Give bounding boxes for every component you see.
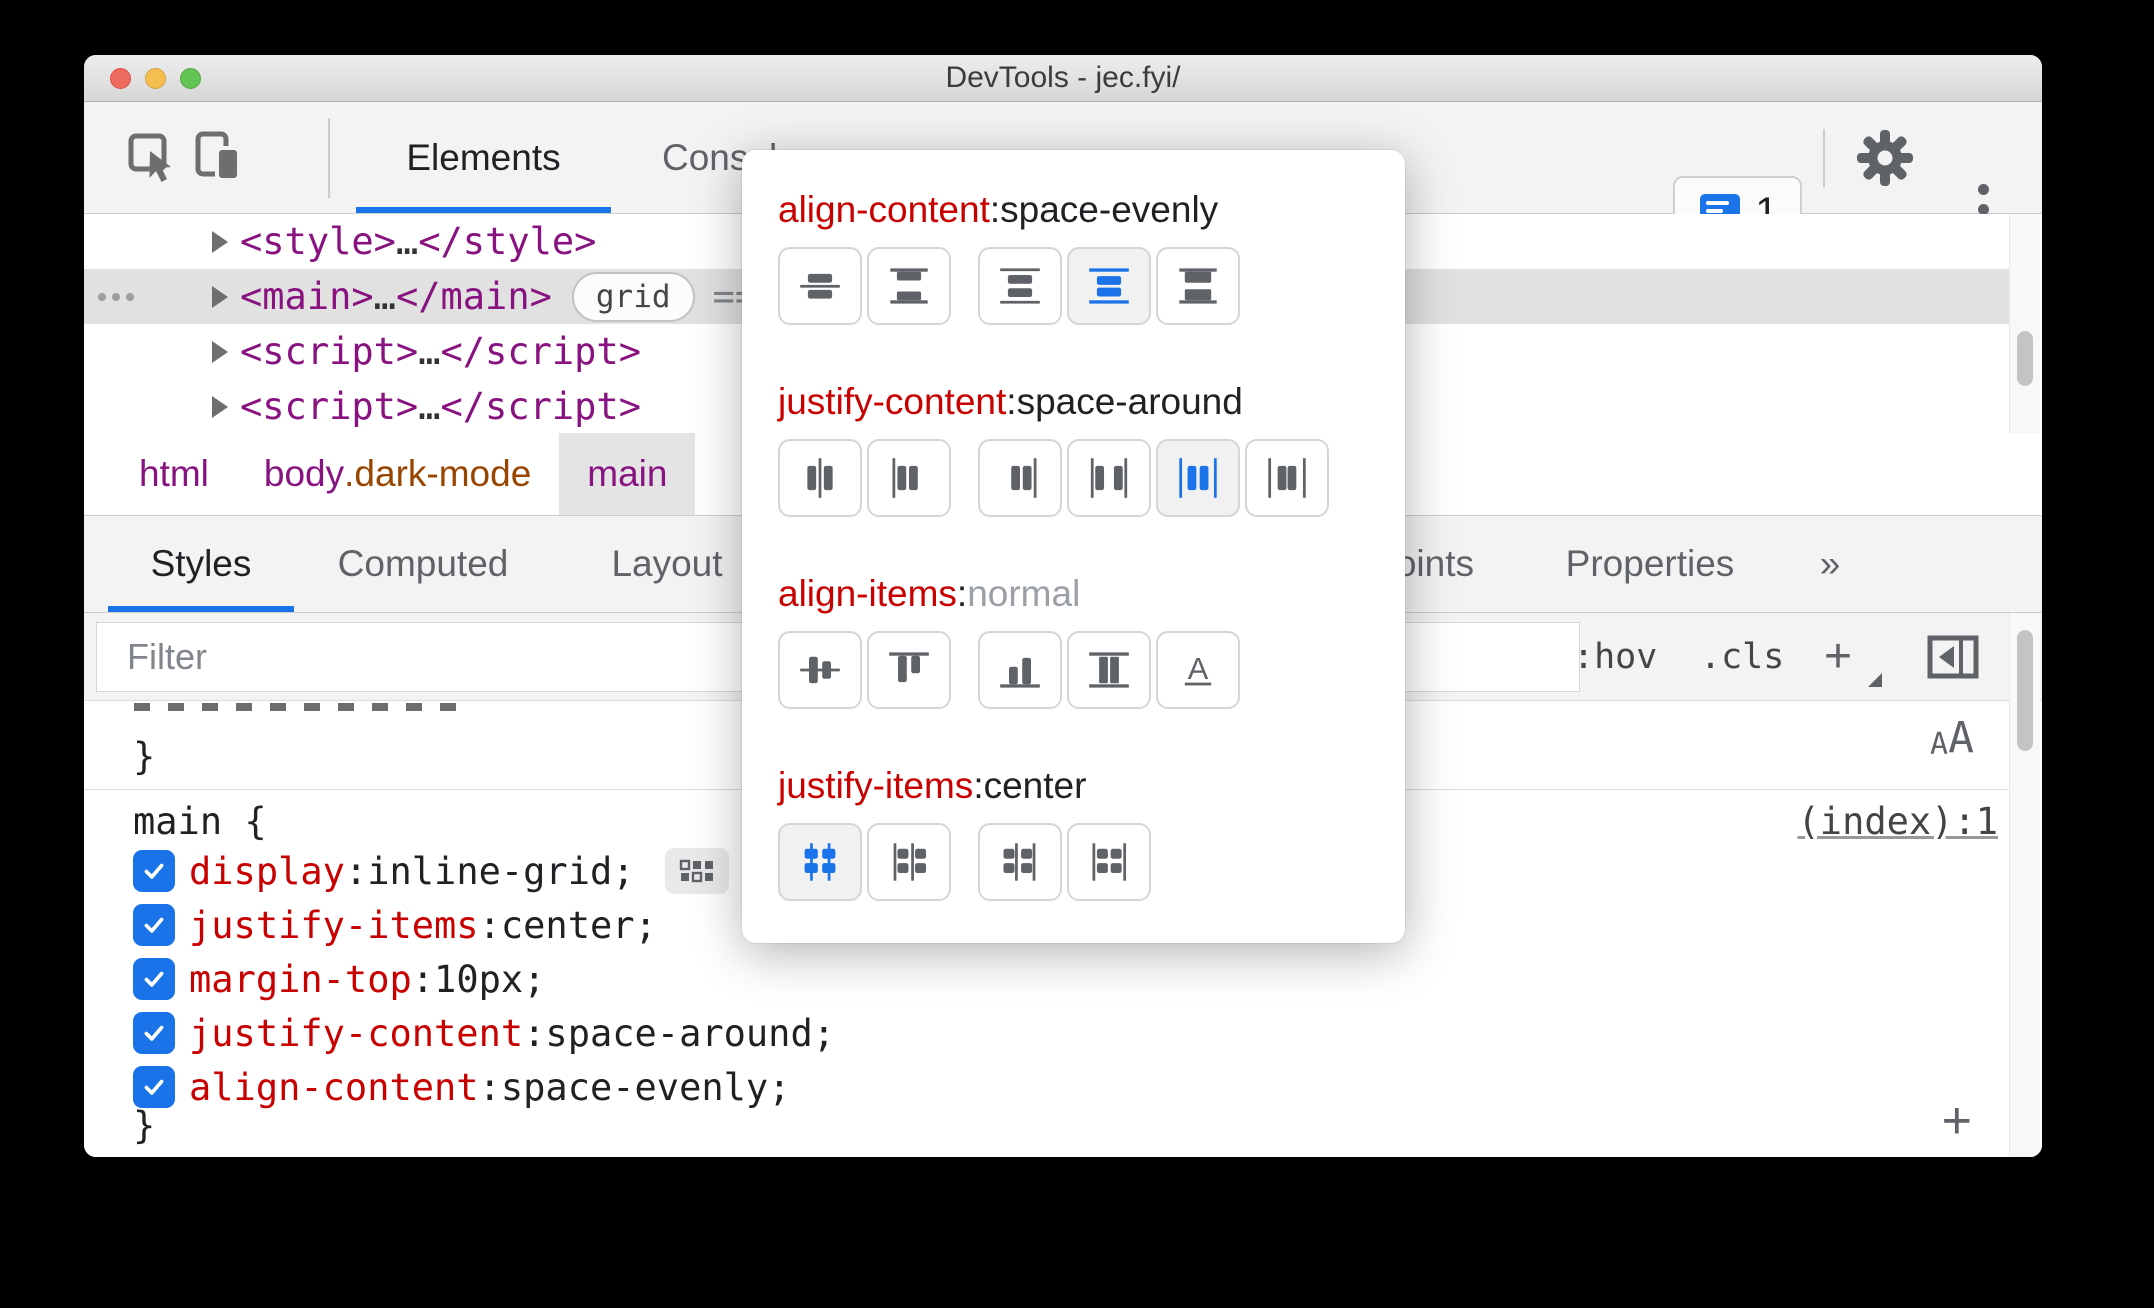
justify-items-stretch-button[interactable] (1067, 823, 1151, 901)
elements-scrollbar-thumb[interactable] (2017, 331, 2033, 386)
justify-items-start-button[interactable] (867, 823, 951, 901)
toolbar-divider (328, 118, 330, 198)
styles-scrollbar[interactable] (2009, 613, 2040, 1157)
justify-items-options (778, 823, 1405, 901)
justify-items-section: justify-items: center (778, 765, 1405, 901)
breadcrumb-html[interactable]: html (139, 433, 209, 515)
declaration-checkbox[interactable] (133, 1012, 175, 1054)
toggle-classes-button[interactable]: .cls (1700, 613, 1784, 700)
window-title: DevTools - jec.fyi/ (945, 61, 1181, 94)
grid-alignment-popup: align-content: space-evenly justify-cont… (742, 150, 1405, 943)
declaration-justify-content[interactable]: justify-content: space-around; (84, 1006, 2042, 1060)
disclosure-triangle-icon[interactable] (212, 230, 228, 253)
declaration-checkbox[interactable] (133, 850, 175, 892)
align-content-space-evenly-button-selected[interactable] (1067, 247, 1151, 325)
align-items-options: A (778, 631, 1405, 709)
justify-content-end-button[interactable] (978, 439, 1062, 517)
align-content-space-around-button[interactable] (978, 247, 1062, 325)
justify-content-label: justify-content: space-around (778, 381, 1243, 422)
devtools-window: DevTools - jec.fyi/ Elements Console 1 <… (84, 55, 2042, 1157)
align-content-center-button[interactable] (778, 247, 862, 325)
justify-content-options (778, 439, 1405, 517)
justify-content-space-between-button[interactable] (1067, 439, 1151, 517)
sidebar-toggle-icon[interactable] (1927, 635, 1979, 679)
align-content-options (778, 247, 1405, 325)
tab-properties[interactable]: Properties (1555, 516, 1745, 612)
disclosure-triangle-icon[interactable] (212, 285, 228, 308)
justify-content-center-button[interactable] (778, 439, 862, 517)
declaration-checkbox[interactable] (133, 958, 175, 1000)
justify-items-end-button[interactable] (978, 823, 1062, 901)
styles-scrollbar-thumb[interactable] (2017, 630, 2033, 751)
tab-computed[interactable]: Computed (325, 516, 521, 612)
title-bar: DevTools - jec.fyi/ (84, 55, 2042, 102)
justify-content-start-button[interactable] (867, 439, 951, 517)
align-content-stretch-button[interactable] (1156, 247, 1240, 325)
disclosure-triangle-icon[interactable] (212, 395, 228, 418)
declaration-checkbox[interactable] (133, 904, 175, 946)
align-items-section: align-items: normal A (778, 573, 1405, 709)
align-content-label: align-content: space-evenly (778, 189, 1219, 230)
dom-row-options-icon[interactable] (98, 292, 134, 301)
grid-editor-icon[interactable] (664, 848, 729, 894)
align-items-baseline-button[interactable]: A (1156, 631, 1240, 709)
justify-content-space-around-button-selected[interactable] (1156, 439, 1240, 517)
align-items-end-button[interactable] (978, 631, 1062, 709)
align-items-start-button[interactable] (867, 631, 951, 709)
font-editor-icon[interactable]: AA (1930, 717, 1974, 760)
breadcrumb-main-selected[interactable]: main (559, 433, 696, 515)
more-tabs-icon[interactable]: » (1800, 516, 1860, 612)
justify-items-label: justify-items: center (778, 765, 1087, 806)
svg-text:A: A (1188, 651, 1209, 686)
toggle-hover-state-button[interactable]: :hov (1573, 613, 1657, 700)
rule-closing-brace: } (133, 1103, 156, 1147)
align-content-space-between-button[interactable] (867, 247, 951, 325)
elements-scrollbar[interactable] (2009, 214, 2040, 433)
justify-content-section: justify-content: space-around (778, 381, 1405, 517)
tab-layout[interactable]: Layout (602, 516, 732, 612)
align-items-label: align-items: normal (778, 573, 1081, 614)
declaration-margin-top[interactable]: margin-top: 10px; (84, 952, 2042, 1006)
align-items-center-button[interactable] (778, 631, 862, 709)
filter-placeholder: Filter (127, 636, 207, 677)
align-items-stretch-button[interactable] (1067, 631, 1151, 709)
long-press-corner-icon (1868, 673, 1882, 687)
disclosure-triangle-icon[interactable] (212, 340, 228, 363)
stylesheet-source-link[interactable]: (index):1 (1798, 794, 1998, 848)
justify-content-space-evenly-button[interactable] (1245, 439, 1329, 517)
breadcrumb-body[interactable]: body .dark-mode (264, 433, 531, 515)
settings-gear-icon[interactable] (1853, 126, 1917, 190)
tab-elements[interactable]: Elements (356, 102, 611, 213)
justify-items-center-button-selected[interactable] (778, 823, 862, 901)
align-content-section: align-content: space-evenly (778, 189, 1405, 325)
new-style-rule-button[interactable]: + (1824, 613, 1852, 700)
inspect-element-icon[interactable] (126, 130, 180, 184)
device-toolbar-icon[interactable] (191, 130, 247, 186)
tab-styles[interactable]: Styles (108, 516, 294, 612)
clipped-rule-fragment (134, 703, 474, 711)
grid-badge[interactable]: grid (571, 271, 695, 322)
toolbar-divider-2 (1823, 129, 1825, 187)
new-rule-plus-icon[interactable]: + (1942, 1091, 1972, 1151)
